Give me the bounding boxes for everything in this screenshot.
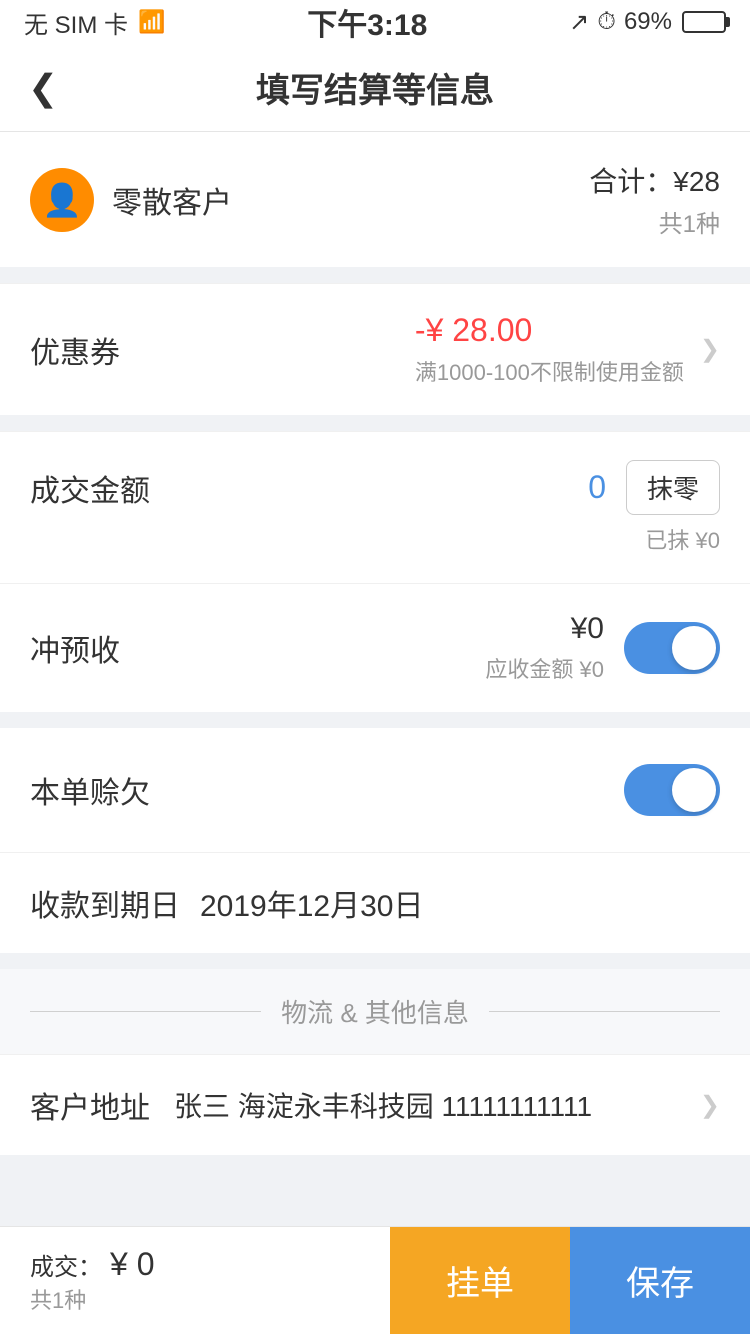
prepay-label: 冲预收 bbox=[30, 626, 120, 670]
due-date-row: 收款到期日 2019年12月30日 bbox=[0, 852, 750, 953]
bottom-bar: 成交： ¥ 0 共1种 挂单 保存 bbox=[0, 1226, 750, 1334]
alarm-icon: ⏱ bbox=[597, 8, 616, 36]
logistics-label: 物流 & 其他信息 bbox=[281, 993, 469, 1030]
battery-icon bbox=[682, 11, 726, 33]
due-date-label: 收款到期日 bbox=[30, 881, 180, 925]
hold-button[interactable]: 挂单 bbox=[390, 1227, 570, 1334]
location-icon: ↗ bbox=[569, 8, 589, 37]
bottom-trans-count: 共1种 bbox=[30, 1283, 360, 1315]
carrier-label: 无 SIM 卡 bbox=[24, 5, 128, 40]
coupon-amount: -¥ 28.00 bbox=[415, 312, 684, 349]
customer-row: 👤 零散客户 合计：¥28 共1种 bbox=[0, 132, 750, 267]
coupon-value: -¥ 28.00 满1000-100不限制使用金额 bbox=[415, 312, 684, 387]
prepay-values: ¥0 应收金额 ¥0 bbox=[485, 612, 604, 684]
prepay-row: 冲预收 ¥0 应收金额 ¥0 bbox=[0, 583, 750, 712]
transaction-right: 0 抹零 bbox=[588, 460, 720, 515]
wifi-icon: 📶 bbox=[138, 9, 165, 35]
coupon-right: -¥ 28.00 满1000-100不限制使用金额 ❯ bbox=[415, 312, 720, 387]
status-time: 下午3:18 bbox=[307, 0, 427, 44]
save-button[interactable]: 保存 bbox=[570, 1227, 750, 1334]
toggle-knob bbox=[672, 626, 716, 670]
customer-avatar: 👤 bbox=[30, 168, 94, 232]
prepay-sub: 应收金额 ¥0 bbox=[485, 652, 604, 684]
coupon-row[interactable]: 优惠券 -¥ 28.00 满1000-100不限制使用金额 ❯ bbox=[0, 283, 750, 415]
avatar-icon: 👤 bbox=[42, 181, 82, 219]
round-button[interactable]: 抹零 bbox=[626, 460, 720, 515]
overdue-toggle-knob bbox=[672, 768, 716, 812]
overdue-label: 本单赊欠 bbox=[30, 768, 150, 812]
customer-section: 👤 零散客户 合计：¥28 共1种 bbox=[0, 132, 750, 267]
coupon-section[interactable]: 优惠券 -¥ 28.00 满1000-100不限制使用金额 ❯ bbox=[0, 283, 750, 415]
logistics-divider: 物流 & 其他信息 bbox=[0, 969, 750, 1054]
status-right: ↗ ⏱ 69% bbox=[569, 8, 726, 37]
nav-bar: ❮ 填写结算等信息 bbox=[0, 44, 750, 132]
prepay-right: ¥0 应收金额 ¥0 bbox=[485, 612, 720, 684]
divider-line-right bbox=[489, 1011, 720, 1012]
address-label: 客户地址 bbox=[30, 1083, 150, 1127]
bottom-trans-label: 成交： bbox=[30, 1247, 102, 1282]
address-chevron-icon: ❯ bbox=[700, 1091, 720, 1120]
coupon-label: 优惠券 bbox=[30, 328, 120, 372]
coupon-desc: 满1000-100不限制使用金额 bbox=[415, 355, 684, 387]
battery-percent: 69% bbox=[624, 8, 672, 36]
due-date-value: 2019年12月30日 bbox=[200, 881, 423, 925]
prepay-toggle[interactable] bbox=[624, 622, 720, 674]
customer-left: 👤 零散客户 bbox=[30, 168, 232, 232]
customer-right: 合计：¥28 共1种 bbox=[589, 160, 720, 239]
overdue-toggle[interactable] bbox=[624, 764, 720, 816]
overdue-row: 本单赊欠 bbox=[0, 728, 750, 852]
transaction-section: 成交金额 0 抹零 已抹 ¥0 冲预收 ¥0 应收金额 ¥0 bbox=[0, 431, 750, 712]
bottom-trans-row: 成交： ¥ 0 bbox=[30, 1246, 360, 1283]
total-amount: 合计：¥28 bbox=[589, 160, 720, 200]
transaction-top: 成交金额 0 抹零 bbox=[30, 460, 720, 515]
status-bar: 无 SIM 卡 📶 下午3:18 ↗ ⏱ 69% bbox=[0, 0, 750, 44]
transaction-sub: 已抹 ¥0 bbox=[30, 523, 720, 555]
divider-line-left bbox=[30, 1011, 261, 1012]
page-title: 填写结算等信息 bbox=[256, 63, 494, 112]
transaction-label: 成交金额 bbox=[30, 466, 150, 510]
logistics-section: 物流 & 其他信息 客户地址 张三 海淀永丰科技园 11111111111 ❯ bbox=[0, 969, 750, 1155]
overdue-section: 本单赊欠 收款到期日 2019年12月30日 bbox=[0, 728, 750, 953]
transaction-row: 成交金额 0 抹零 已抹 ¥0 bbox=[0, 431, 750, 583]
bottom-trans-amount: ¥ 0 bbox=[110, 1246, 154, 1283]
total-count: 共1种 bbox=[589, 204, 720, 239]
status-left: 无 SIM 卡 📶 bbox=[24, 5, 165, 40]
transaction-value: 0 bbox=[588, 469, 606, 506]
prepay-amount: ¥0 bbox=[485, 612, 604, 646]
chevron-right-icon: ❯ bbox=[700, 335, 720, 364]
address-value: 张三 海淀永丰科技园 11111111111 bbox=[174, 1085, 700, 1125]
bottom-left: 成交： ¥ 0 共1种 bbox=[0, 1227, 390, 1334]
back-button[interactable]: ❮ bbox=[28, 67, 58, 109]
customer-name: 零散客户 bbox=[112, 178, 232, 222]
address-row[interactable]: 客户地址 张三 海淀永丰科技园 11111111111 ❯ bbox=[0, 1054, 750, 1155]
